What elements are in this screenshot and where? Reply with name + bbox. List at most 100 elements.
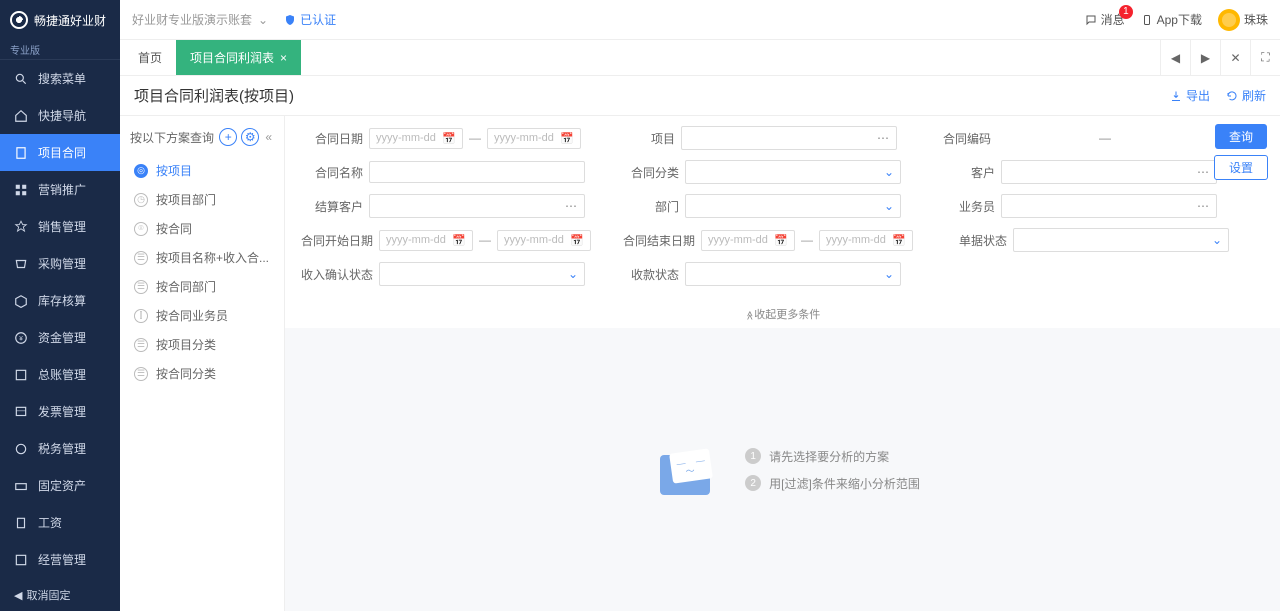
label-customer: 客户 bbox=[933, 164, 995, 181]
clock-icon: ◷ bbox=[134, 193, 148, 207]
contract-class-select[interactable]: ⌄ bbox=[685, 160, 901, 184]
empty-step-1: 1请先选择要分析的方案 bbox=[745, 448, 920, 465]
label-contract-start: 合同开始日期 bbox=[301, 232, 373, 249]
tab-prev[interactable]: ◀ bbox=[1160, 40, 1190, 75]
label-salesman: 业务员 bbox=[933, 198, 995, 215]
nav-ledger[interactable]: 总账管理 bbox=[0, 356, 120, 393]
tab-next[interactable]: ▶ bbox=[1190, 40, 1220, 75]
chart-icon: ⌾ bbox=[134, 222, 148, 236]
tab-close-all[interactable]: ✕ bbox=[1220, 40, 1250, 75]
close-icon[interactable]: × bbox=[280, 51, 287, 65]
empty-illustration bbox=[645, 435, 725, 505]
scheme-settings-button[interactable]: ⚙ bbox=[241, 128, 259, 146]
salesman-input[interactable]: ⋯ bbox=[1001, 194, 1217, 218]
contract-date-to[interactable]: yyyy-mm-dd📅 bbox=[487, 128, 581, 149]
page-title: 项目合同利润表(按项目) bbox=[134, 85, 294, 106]
tab-fullscreen[interactable]: ⛶ bbox=[1250, 40, 1280, 75]
contract-start-to[interactable]: yyyy-mm-dd📅 bbox=[497, 230, 591, 251]
list-icon: ☰ bbox=[134, 280, 148, 294]
sidebar: 畅捷通好业财 专业版 搜索菜单 快捷导航 项目合同 营销推广 销售管理 采购管理… bbox=[0, 0, 120, 611]
svg-text:¥: ¥ bbox=[19, 335, 23, 342]
bars-icon: ⫿ bbox=[134, 309, 148, 323]
tab-home[interactable]: 首页 bbox=[124, 40, 176, 75]
scheme-item-project[interactable]: ◎按项目 bbox=[120, 156, 284, 185]
pin-toggle[interactable]: ◀取消固定 bbox=[0, 579, 120, 611]
contract-date-from[interactable]: yyyy-mm-dd📅 bbox=[369, 128, 463, 149]
scheme-item-contract-dept[interactable]: ☰按合同部门 bbox=[120, 272, 284, 301]
nav-list: 搜索菜单 快捷导航 项目合同 营销推广 销售管理 采购管理 库存核算 ¥资金管理… bbox=[0, 60, 120, 579]
add-scheme-button[interactable]: + bbox=[219, 128, 237, 146]
contract-end-to[interactable]: yyyy-mm-dd📅 bbox=[819, 230, 913, 251]
scheme-item-contract-class[interactable]: ☰按合同分类 bbox=[120, 359, 284, 388]
env-selector[interactable]: 好业财专业版演示账套⌄ bbox=[132, 11, 268, 28]
brand-logo: 畅捷通好业财 bbox=[0, 0, 120, 40]
label-settle-customer: 结算客户 bbox=[301, 198, 363, 215]
chevron-down-icon: ⌄ bbox=[568, 267, 578, 281]
brand-icon bbox=[10, 11, 28, 29]
lookup-icon: ⋯ bbox=[1197, 199, 1210, 213]
nav-invoice[interactable]: 发票管理 bbox=[0, 393, 120, 430]
nav-project-contract[interactable]: 项目合同 bbox=[0, 134, 120, 171]
verified-badge: 已认证 bbox=[284, 11, 336, 28]
refresh-button[interactable]: 刷新 bbox=[1226, 87, 1266, 104]
tab-profit-report[interactable]: 项目合同利润表× bbox=[176, 40, 301, 75]
label-contract-no: 合同编码 bbox=[929, 130, 991, 147]
msg-badge: 1 bbox=[1119, 5, 1133, 19]
scheme-item-project-class[interactable]: ☰按项目分类 bbox=[120, 330, 284, 359]
user-menu[interactable]: 珠珠 bbox=[1218, 9, 1268, 31]
brand-edition: 专业版 bbox=[0, 40, 120, 60]
nav-marketing[interactable]: 营销推广 bbox=[0, 171, 120, 208]
lookup-icon: ⋯ bbox=[877, 131, 890, 145]
chevron-down-icon: ⌄ bbox=[884, 199, 894, 213]
receipt-status-select[interactable]: ⌄ bbox=[685, 262, 901, 286]
collapse-panel-button[interactable]: « bbox=[263, 130, 274, 144]
scheme-item-project-dept[interactable]: ◷按项目部门 bbox=[120, 185, 284, 214]
empty-state: 1请先选择要分析的方案 2用[过滤]条件来缩小分析范围 bbox=[285, 328, 1280, 611]
lookup-icon: ⋯ bbox=[1197, 165, 1210, 179]
nav-search[interactable]: 搜索菜单 bbox=[0, 60, 120, 97]
contract-start-from[interactable]: yyyy-mm-dd📅 bbox=[379, 230, 473, 251]
empty-step-2: 2用[过滤]条件来缩小分析范围 bbox=[745, 475, 920, 492]
scheme-item-salesman[interactable]: ⫿按合同业务员 bbox=[120, 301, 284, 330]
chevron-down-icon: ⌄ bbox=[1212, 233, 1222, 247]
nav-inventory[interactable]: 库存核算 bbox=[0, 282, 120, 319]
filter-form: 合同日期 yyyy-mm-dd📅 — yyyy-mm-dd📅 项目 ⋯ 合同编码… bbox=[285, 116, 1280, 300]
calendar-icon: 📅 bbox=[442, 132, 456, 145]
customer-input[interactable]: ⋯ bbox=[1001, 160, 1217, 184]
nav-quicknav[interactable]: 快捷导航 bbox=[0, 97, 120, 134]
export-button[interactable]: 导出 bbox=[1170, 87, 1210, 104]
nav-assets[interactable]: 固定资产 bbox=[0, 467, 120, 504]
messages-button[interactable]: 消息1 bbox=[1085, 11, 1125, 28]
settle-customer-input[interactable]: ⋯ bbox=[369, 194, 585, 218]
calendar-icon: 📅 bbox=[774, 234, 788, 247]
brand-name: 畅捷通好业财 bbox=[34, 12, 106, 29]
settings-button[interactable]: 设置 bbox=[1214, 155, 1268, 180]
label-bill-status: 单据状态 bbox=[945, 232, 1007, 249]
calendar-icon: 📅 bbox=[560, 132, 574, 145]
download-button[interactable]: App下载 bbox=[1141, 11, 1202, 28]
contract-name-input[interactable] bbox=[369, 161, 585, 183]
list-icon: ☰ bbox=[134, 367, 148, 381]
calendar-icon: 📅 bbox=[892, 234, 906, 247]
dept-select[interactable]: ⌄ bbox=[685, 194, 901, 218]
list-icon: ☰ bbox=[134, 338, 148, 352]
export-icon bbox=[1170, 90, 1182, 102]
nav-sales[interactable]: 销售管理 bbox=[0, 208, 120, 245]
avatar-icon bbox=[1218, 9, 1240, 31]
query-button[interactable]: 查询 bbox=[1215, 124, 1267, 149]
scheme-item-contract[interactable]: ⌾按合同 bbox=[120, 214, 284, 243]
income-status-select[interactable]: ⌄ bbox=[379, 262, 585, 286]
label-income-status: 收入确认状态 bbox=[301, 266, 373, 283]
contract-end-from[interactable]: yyyy-mm-dd📅 bbox=[701, 230, 795, 251]
nav-purchase[interactable]: 采购管理 bbox=[0, 245, 120, 282]
nav-operation[interactable]: 经营管理 bbox=[0, 541, 120, 578]
collapse-conditions[interactable]: 收起更多条件 bbox=[285, 300, 1280, 328]
scheme-panel: 按以下方案查询 + ⚙ « ◎按项目 ◷按项目部门 ⌾按合同 ☰按项目名称+收入… bbox=[120, 116, 285, 611]
project-input[interactable]: ⋯ bbox=[681, 126, 897, 150]
list-icon: ☰ bbox=[134, 251, 148, 265]
nav-tax[interactable]: 税务管理 bbox=[0, 430, 120, 467]
nav-fund[interactable]: ¥资金管理 bbox=[0, 319, 120, 356]
bill-status-select[interactable]: ⌄ bbox=[1013, 228, 1229, 252]
scheme-item-name-income[interactable]: ☰按项目名称+收入合... bbox=[120, 243, 284, 272]
nav-salary[interactable]: 工资 bbox=[0, 504, 120, 541]
